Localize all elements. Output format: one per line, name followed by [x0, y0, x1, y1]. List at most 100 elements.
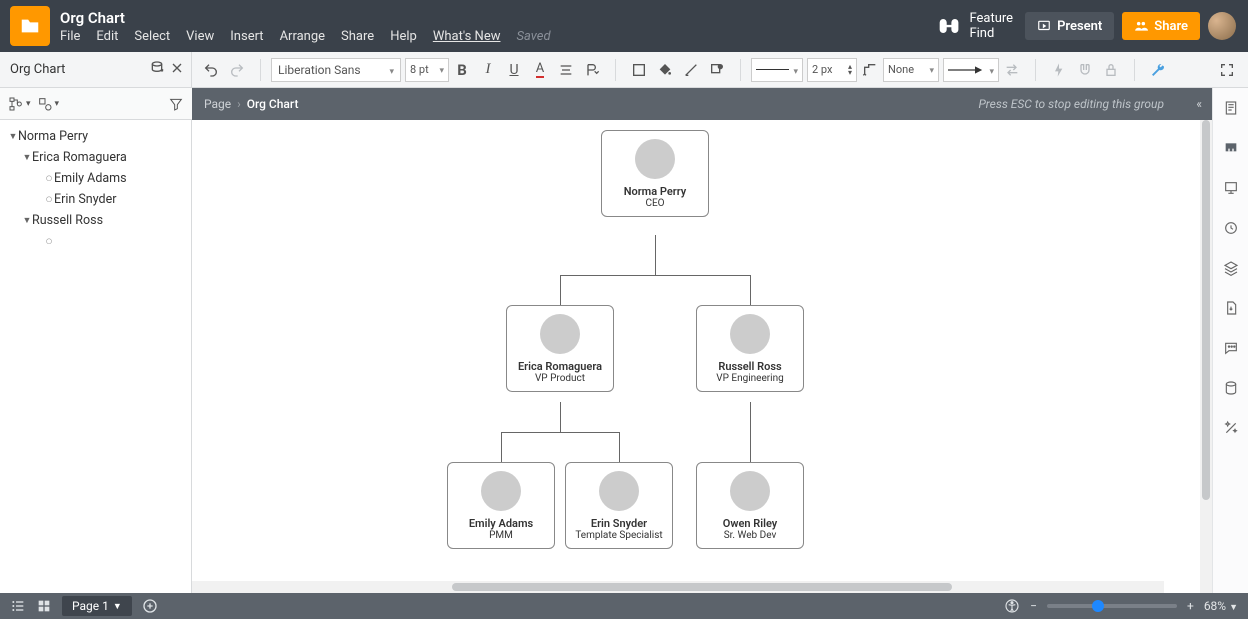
breadcrumb-current[interactable]: Org Chart — [247, 97, 299, 111]
shapes-basic-button[interactable]: ▾ — [37, 96, 60, 112]
file-drop-icon[interactable] — [1219, 296, 1243, 320]
node-name: Owen Riley — [723, 517, 778, 530]
connector — [750, 402, 751, 462]
italic-button[interactable]: I — [475, 57, 501, 83]
document-title[interactable]: Org Chart — [60, 9, 551, 27]
connector — [501, 432, 619, 433]
magnet-button[interactable] — [1072, 57, 1098, 83]
outline-row[interactable]: ○ — [0, 231, 191, 252]
share-button[interactable]: Share — [1122, 12, 1200, 40]
connector — [655, 235, 656, 275]
menu-help[interactable]: Help — [390, 29, 417, 44]
body: ▾ ▾ ▼Norma Perry ▼Erica Romaguera ○Emily… — [0, 88, 1248, 593]
comment-slide-icon[interactable] — [1219, 136, 1243, 160]
outline-row[interactable]: ▼Norma Perry — [0, 126, 191, 147]
outline-label: Norma Perry — [18, 129, 88, 144]
font-family-select[interactable]: Liberation Sans — [271, 58, 401, 82]
breadcrumb-page[interactable]: Page — [204, 97, 231, 111]
undo-button[interactable] — [198, 57, 224, 83]
bold-button[interactable]: B — [449, 57, 475, 83]
panel-close-icon[interactable] — [169, 60, 185, 79]
present-button[interactable]: Present — [1025, 12, 1114, 40]
lock-button[interactable] — [1098, 57, 1124, 83]
user-avatar[interactable] — [1208, 12, 1236, 40]
line-color-button[interactable] — [678, 57, 704, 83]
list-view-button[interactable] — [10, 598, 26, 614]
fill-frame-button[interactable] — [626, 57, 652, 83]
canvas[interactable]: Norma Perry CEO Erica Romaguera VP Produ… — [192, 120, 1212, 593]
zoom-in-button[interactable]: + — [1187, 599, 1194, 613]
zoom-label[interactable]: 68% ▼ — [1204, 599, 1238, 613]
arrow-end-select[interactable] — [943, 58, 999, 82]
node-role: CEO — [645, 198, 664, 210]
panel-config-icon[interactable] — [149, 60, 165, 79]
filter-button[interactable] — [168, 96, 184, 112]
feature-find-label: Feature Find — [969, 11, 1013, 41]
menu-insert[interactable]: Insert — [230, 29, 263, 44]
fullscreen-button[interactable] — [1214, 57, 1240, 83]
app-logo[interactable] — [10, 6, 50, 46]
outline-tree: ▼Norma Perry ▼Erica Romaguera ○Emily Ada… — [0, 120, 191, 258]
menu-share[interactable]: Share — [341, 29, 374, 44]
zoom-out-button[interactable]: − — [1030, 599, 1037, 613]
shapes-flowchart-button[interactable]: ▾ — [8, 96, 31, 112]
notes-icon[interactable] — [1219, 96, 1243, 120]
horizontal-scrollbar[interactable] — [192, 581, 1164, 593]
line-shape-button[interactable] — [857, 57, 883, 83]
action-flash-button[interactable] — [1046, 57, 1072, 83]
font-size-select[interactable]: 8 pt — [405, 58, 449, 82]
node-role: VP Engineering — [716, 373, 784, 385]
zoom-slider[interactable] — [1047, 604, 1177, 608]
swap-arrows-button[interactable] — [999, 57, 1025, 83]
wrench-button[interactable] — [1145, 57, 1171, 83]
text-options-button[interactable] — [579, 57, 605, 83]
outline-label: Emily Adams — [54, 171, 127, 186]
line-width-select[interactable]: 2 px ▴▾ — [807, 58, 857, 82]
collapse-right-icon[interactable]: « — [1196, 97, 1202, 111]
page-tab[interactable]: Page 1▼ — [62, 596, 132, 616]
grid-view-button[interactable] — [36, 598, 52, 614]
node-role: PMM — [489, 530, 513, 542]
menu-edit[interactable]: Edit — [96, 29, 118, 44]
org-node[interactable]: Norma Perry CEO — [601, 130, 709, 217]
align-button[interactable] — [553, 57, 579, 83]
arrow-right-icon — [948, 64, 984, 76]
line-style-select[interactable] — [751, 58, 803, 82]
shape-options-button[interactable] — [704, 57, 730, 83]
layers-icon[interactable] — [1219, 256, 1243, 280]
avatar-icon — [730, 471, 770, 511]
outline-row[interactable]: ○Emily Adams — [0, 168, 191, 189]
accessibility-icon[interactable] — [1004, 598, 1020, 614]
menu-file[interactable]: File — [60, 29, 80, 44]
history-icon[interactable] — [1219, 216, 1243, 240]
presentation-icon[interactable] — [1219, 176, 1243, 200]
menu-whatsnew[interactable]: What's New — [433, 29, 501, 44]
org-node[interactable]: Emily Adams PMM — [447, 462, 555, 549]
vertical-scrollbar[interactable] — [1200, 120, 1212, 593]
connector — [560, 275, 750, 276]
org-node[interactable]: Owen Riley Sr. Web Dev — [696, 462, 804, 549]
org-node[interactable]: Erin Snyder Template Specialist — [565, 462, 673, 549]
menu-select[interactable]: Select — [134, 29, 170, 44]
text-color-button[interactable]: A — [527, 57, 553, 83]
outline-row[interactable]: ○Erin Snyder — [0, 189, 191, 210]
data-icon[interactable] — [1219, 376, 1243, 400]
menu-arrange[interactable]: Arrange — [280, 29, 325, 44]
underline-button[interactable]: U — [501, 57, 527, 83]
org-node[interactable]: Russell Ross VP Engineering — [696, 305, 804, 392]
present-label: Present — [1057, 19, 1102, 34]
outline-row[interactable]: ▼Russell Ross — [0, 210, 191, 231]
menu-view[interactable]: View — [186, 29, 214, 44]
add-page-button[interactable] — [142, 598, 158, 614]
outline-row[interactable]: ▼Erica Romaguera — [0, 147, 191, 168]
fill-bucket-button[interactable] — [652, 57, 678, 83]
chat-icon[interactable] — [1219, 336, 1243, 360]
magic-icon[interactable] — [1219, 416, 1243, 440]
bottombar: Page 1▼ − + 68% ▼ — [0, 593, 1248, 619]
org-node[interactable]: Erica Romaguera VP Product — [506, 305, 614, 392]
shapes-toolbar: ▾ ▾ — [0, 88, 192, 120]
play-icon — [1037, 19, 1051, 33]
arrow-start-select[interactable]: None — [883, 58, 939, 82]
redo-button[interactable] — [224, 57, 250, 83]
feature-find-button[interactable]: Feature Find — [935, 11, 1013, 41]
